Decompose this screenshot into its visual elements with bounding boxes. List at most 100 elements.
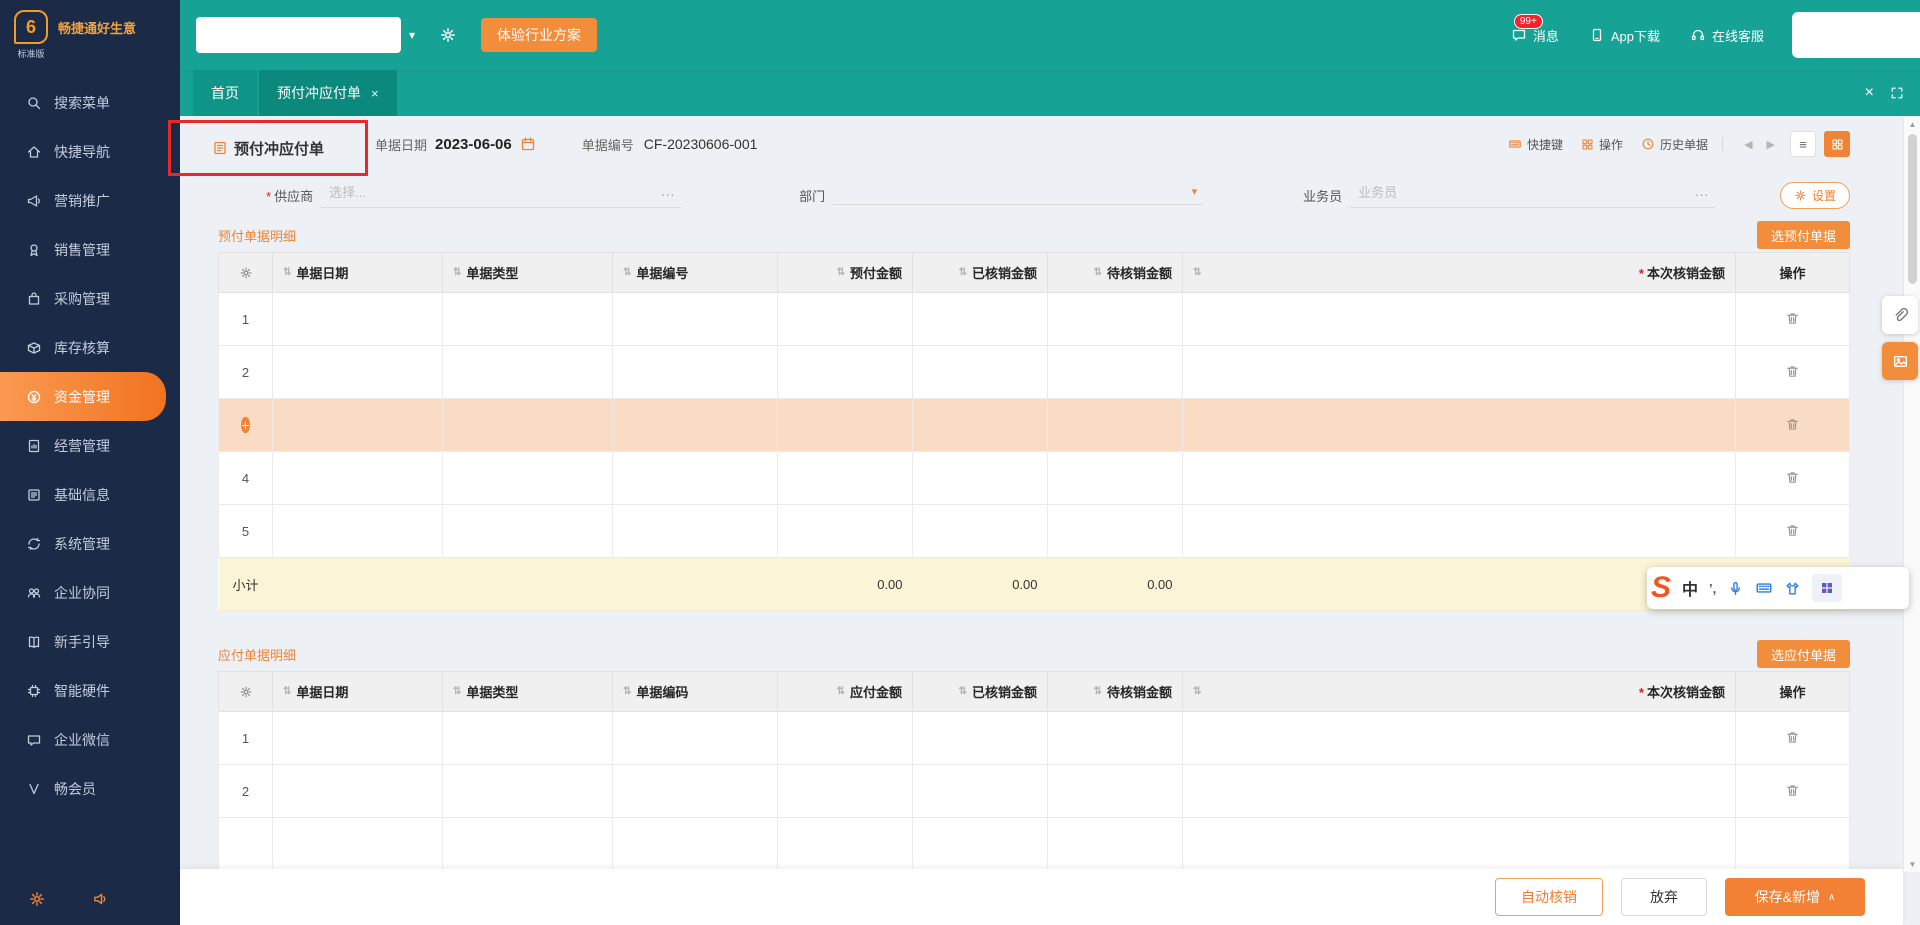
salesman-input[interactable]: 业务员 ...: [1350, 182, 1716, 208]
grid-cell[interactable]: [777, 451, 913, 505]
ime-punctuation-icon[interactable]: ’,: [1709, 581, 1716, 596]
grid-cell[interactable]: [612, 817, 778, 871]
tab-home[interactable]: 首页: [193, 70, 257, 116]
grid-cell[interactable]: [1047, 292, 1183, 346]
sidebar-item-search-menu[interactable]: 搜索菜单: [0, 78, 180, 127]
grid-cell[interactable]: [1182, 398, 1736, 452]
grid-cell[interactable]: [1182, 504, 1736, 558]
supplier-picker-icon[interactable]: ...: [661, 184, 675, 199]
salesman-picker-icon[interactable]: ...: [1695, 184, 1709, 199]
grid-cell[interactable]: [612, 504, 778, 558]
grid-cell[interactable]: [272, 345, 443, 399]
shortcuts-button[interactable]: 快捷键: [1508, 136, 1563, 153]
col-header-pending[interactable]: ⇅ 待核销金额: [1047, 252, 1183, 293]
discard-button[interactable]: 放弃: [1621, 878, 1707, 916]
sidebar-item-quick-nav[interactable]: 快捷导航: [0, 127, 180, 176]
messages-button[interactable]: 99+ 消息: [1511, 13, 1559, 45]
sidebar-item-guide[interactable]: 新手引导: [0, 617, 180, 666]
chevron-down-icon[interactable]: ▾: [409, 28, 415, 42]
grid-cell[interactable]: [612, 451, 778, 505]
sidebar-item-sales[interactable]: 销售管理: [0, 225, 180, 274]
col-header-type[interactable]: ⇅ 单据类型: [442, 671, 613, 712]
microphone-icon[interactable]: [1727, 580, 1744, 597]
ime-keyboard-icon[interactable]: [1755, 579, 1773, 597]
grid-cell[interactable]: [442, 817, 613, 871]
col-header-no[interactable]: ⇅ 单据编号: [612, 252, 778, 293]
ime-lang-indicator[interactable]: 中: [1682, 576, 1698, 600]
grid-cell[interactable]: [1182, 764, 1736, 818]
save-and-new-button[interactable]: 保存&新增 ∧: [1725, 878, 1865, 916]
grid-cell[interactable]: [1047, 817, 1183, 871]
grid-view-toggle[interactable]: [1824, 131, 1850, 157]
grid-cell[interactable]: [612, 398, 778, 452]
grid-cell[interactable]: [442, 345, 613, 399]
sidebar-item-collaboration[interactable]: 企业协同: [0, 568, 180, 617]
grid-cell[interactable]: [912, 711, 1048, 765]
close-all-tabs-icon[interactable]: ×: [1865, 70, 1874, 116]
grid-cell[interactable]: [272, 504, 443, 558]
vertical-scrollbar[interactable]: ▲ ▼: [1903, 116, 1920, 872]
tab-close-icon[interactable]: ×: [371, 86, 379, 101]
grid-cell[interactable]: [1182, 817, 1736, 871]
sidebar-item-wecom[interactable]: 企业微信: [0, 715, 180, 764]
grid-cell[interactable]: [272, 398, 443, 452]
gear-icon[interactable]: [28, 890, 46, 908]
grid-cell[interactable]: [272, 764, 443, 818]
calendar-icon[interactable]: [520, 136, 536, 152]
sidebar-item-operations[interactable]: 经营管理: [0, 421, 180, 470]
next-doc-icon[interactable]: ▶: [1767, 138, 1775, 151]
expand-icon[interactable]: [1890, 70, 1904, 116]
grid-cell[interactable]: [912, 292, 1048, 346]
delete-row-button[interactable]: [1783, 309, 1802, 328]
delete-row-button[interactable]: [1783, 468, 1802, 487]
grid-cell[interactable]: [1182, 345, 1736, 399]
grid-cell[interactable]: [612, 292, 778, 346]
col-header-current-amount[interactable]: ⇅ * 本次核销金额: [1182, 252, 1736, 293]
scrollbar-thumb[interactable]: [1908, 134, 1917, 284]
grid-cell[interactable]: [442, 504, 613, 558]
grid-cell[interactable]: [612, 711, 778, 765]
grid-cell[interactable]: [912, 764, 1048, 818]
col-header-date[interactable]: ⇅ 单据日期: [272, 671, 443, 712]
ime-toolbox-icon[interactable]: [1812, 574, 1843, 602]
prev-doc-icon[interactable]: ◀: [1744, 138, 1752, 151]
delete-row-button[interactable]: [1783, 728, 1802, 747]
grid-cell[interactable]: [442, 711, 613, 765]
sidebar-item-purchase[interactable]: 采购管理: [0, 274, 180, 323]
grid-cell[interactable]: [1182, 451, 1736, 505]
delete-row-button[interactable]: [1783, 781, 1802, 800]
image-button[interactable]: [1882, 342, 1918, 380]
grid-cell[interactable]: [1047, 345, 1183, 399]
sidebar-item-funds[interactable]: 资金管理: [0, 372, 166, 421]
grid-cell[interactable]: [442, 451, 613, 505]
workspace-selector[interactable]: [196, 17, 401, 53]
grid-cell[interactable]: [1182, 711, 1736, 765]
grid-cell[interactable]: [777, 345, 913, 399]
online-service-button[interactable]: 在线客服: [1690, 26, 1764, 45]
list-view-toggle[interactable]: ≡: [1790, 131, 1816, 157]
add-row-button[interactable]: +: [241, 416, 250, 433]
supplier-input[interactable]: 选择... ...: [321, 182, 682, 208]
grid-cell[interactable]: [912, 345, 1048, 399]
operations-button[interactable]: 操作: [1581, 136, 1623, 153]
grid-cell[interactable]: [912, 504, 1048, 558]
grid-cell[interactable]: [442, 398, 613, 452]
settings-button[interactable]: 设置: [1779, 181, 1850, 209]
sidebar-item-system[interactable]: 系统管理: [0, 519, 180, 568]
col-header-date[interactable]: ⇅ 单据日期: [272, 252, 443, 293]
scroll-down-icon[interactable]: ▼: [1904, 856, 1920, 872]
dept-select[interactable]: ▾: [833, 185, 1204, 205]
chevron-down-icon[interactable]: ▾: [1192, 185, 1198, 198]
doc-date-value[interactable]: 2023-06-06: [435, 136, 512, 153]
grid-cell[interactable]: [442, 764, 613, 818]
select-prepay-docs-button[interactable]: 选预付单据: [1756, 221, 1850, 249]
col-header-written[interactable]: ⇅ 已核销金额: [912, 252, 1048, 293]
grid-cell[interactable]: [912, 451, 1048, 505]
sogou-logo[interactable]: S: [1651, 573, 1671, 603]
grid-cell[interactable]: [612, 764, 778, 818]
delete-row-button[interactable]: [1783, 521, 1802, 540]
grid-cell[interactable]: [612, 345, 778, 399]
grid-cell[interactable]: [1047, 764, 1183, 818]
column-settings-icon[interactable]: [218, 252, 273, 293]
app-download-button[interactable]: App下载: [1589, 26, 1660, 45]
